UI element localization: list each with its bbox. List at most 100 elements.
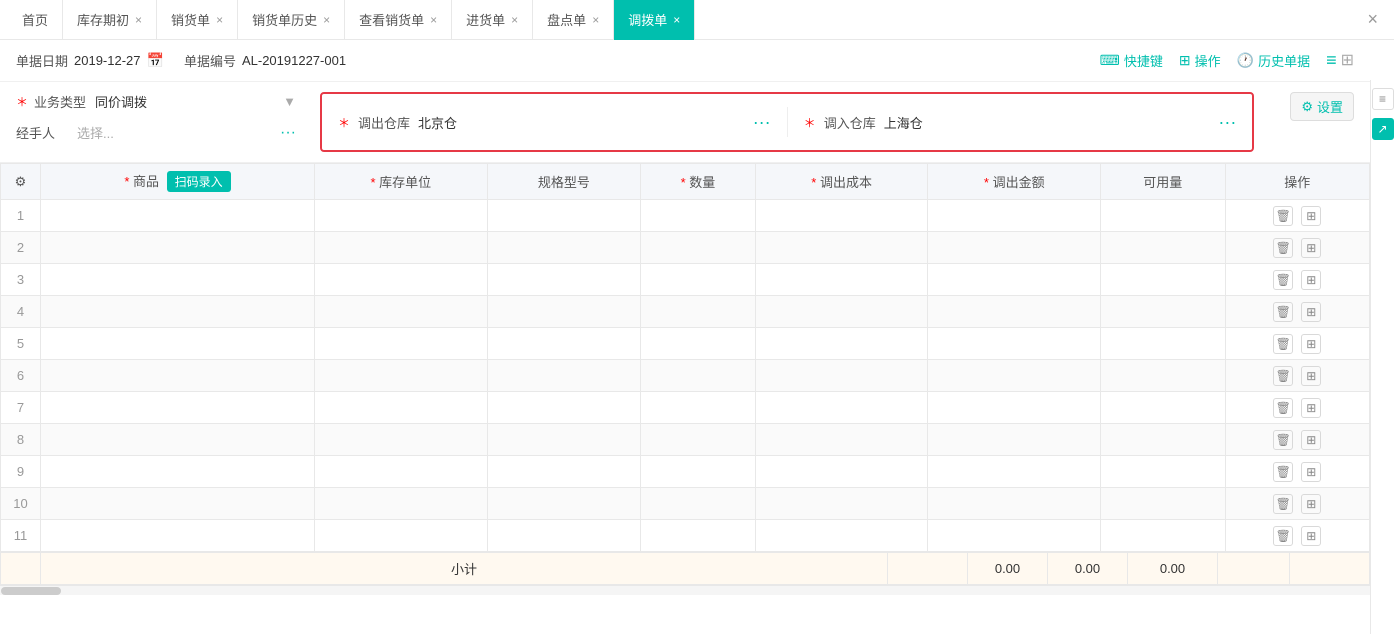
tab-transfer[interactable]: 调拨单 ×: [614, 0, 695, 40]
table-row: 10 🗑 ⊞: [1, 488, 1370, 520]
row-amount: [928, 488, 1101, 520]
row-unit: [315, 264, 488, 296]
handler-more-icon[interactable]: ···: [280, 124, 296, 142]
tab-close-sales-order[interactable]: ×: [216, 13, 223, 27]
scan-btn[interactable]: 扫码录入: [167, 171, 231, 192]
row-spec: [487, 200, 640, 232]
warehouse-in-more-icon[interactable]: ···: [1218, 112, 1236, 133]
doc-num-value: AL-20191227-001: [242, 53, 346, 68]
delete-icon[interactable]: 🗑: [1273, 206, 1293, 226]
tab-purchase-order[interactable]: 进货单 ×: [452, 0, 533, 40]
table-row: 11 🗑 ⊞: [1, 520, 1370, 552]
row-product[interactable]: [41, 264, 315, 296]
row-available: [1101, 392, 1225, 424]
row-product[interactable]: [41, 328, 315, 360]
business-type-dropdown-icon[interactable]: ▼: [283, 94, 296, 109]
col-product: * 商品 扫码录入: [41, 164, 315, 200]
row-available: [1101, 200, 1225, 232]
col-gear: ⚙: [1, 164, 41, 200]
copy-icon[interactable]: ⊞: [1301, 398, 1321, 418]
row-product[interactable]: [41, 360, 315, 392]
horizontal-scrollbar[interactable]: [0, 585, 1370, 595]
copy-icon[interactable]: ⊞: [1301, 206, 1321, 226]
window-close-btn[interactable]: ×: [1367, 9, 1378, 29]
copy-icon[interactable]: ⊞: [1301, 270, 1321, 290]
tab-view-sales[interactable]: 查看销货单 ×: [345, 0, 452, 40]
tab-close-stocktake[interactable]: ×: [592, 13, 599, 27]
history-btn[interactable]: 🕐 历史单据: [1237, 51, 1310, 70]
copy-icon[interactable]: ⊞: [1301, 430, 1321, 450]
scroll-thumb[interactable]: [1, 587, 61, 595]
grid-view-btn[interactable]: ⊞: [1341, 50, 1354, 71]
row-operations: 🗑 ⊞: [1225, 328, 1369, 360]
tab-home[interactable]: 首页: [8, 0, 63, 40]
row-product[interactable]: [41, 456, 315, 488]
copy-icon[interactable]: ⊞: [1301, 462, 1321, 482]
table-row: 9 🗑 ⊞: [1, 456, 1370, 488]
tab-stocktake[interactable]: 盘点单 ×: [533, 0, 614, 40]
copy-icon[interactable]: ⊞: [1301, 302, 1321, 322]
delete-icon[interactable]: 🗑: [1273, 526, 1293, 546]
row-amount: [928, 200, 1101, 232]
gear-icon[interactable]: ⚙: [15, 174, 27, 189]
row-product[interactable]: [41, 424, 315, 456]
row-unit: [315, 392, 488, 424]
handler-value[interactable]: 选择...: [77, 123, 274, 142]
table-row: 3 🗑 ⊞: [1, 264, 1370, 296]
row-product[interactable]: [41, 488, 315, 520]
copy-icon[interactable]: ⊞: [1301, 526, 1321, 546]
warehouse-out-label: 调出仓库: [358, 113, 410, 132]
delete-icon[interactable]: 🗑: [1273, 238, 1293, 258]
warehouse-in-value: 上海仓: [884, 113, 923, 132]
sidebar-export-btn[interactable]: ↗: [1372, 118, 1394, 140]
delete-icon[interactable]: 🗑: [1273, 334, 1293, 354]
row-product[interactable]: [41, 520, 315, 552]
delete-icon[interactable]: 🗑: [1273, 366, 1293, 386]
operations-btn[interactable]: ⊞ 操作: [1179, 51, 1221, 70]
tab-bar: 首页 库存期初 × 销货单 × 销货单历史 × 查看销货单 × 进货单 × 盘点…: [0, 0, 1394, 40]
row-product[interactable]: [41, 232, 315, 264]
delete-icon[interactable]: 🗑: [1273, 430, 1293, 450]
tab-sales-order[interactable]: 销货单 ×: [157, 0, 238, 40]
row-available: [1101, 328, 1225, 360]
settings-btn[interactable]: ⚙ 设置: [1290, 92, 1354, 121]
tab-close-view-sales[interactable]: ×: [430, 13, 437, 27]
list-view-btn[interactable]: ≡: [1326, 50, 1337, 71]
delete-icon[interactable]: 🗑: [1273, 302, 1293, 322]
row-product[interactable]: [41, 392, 315, 424]
row-amount: [928, 296, 1101, 328]
row-spec: [487, 456, 640, 488]
table-row: 4 🗑 ⊞: [1, 296, 1370, 328]
row-unit: [315, 488, 488, 520]
row-amount: [928, 392, 1101, 424]
delete-icon[interactable]: 🗑: [1273, 270, 1293, 290]
tab-sales-history[interactable]: 销货单历史 ×: [238, 0, 345, 40]
row-spec: [487, 424, 640, 456]
copy-icon[interactable]: ⊞: [1301, 366, 1321, 386]
calendar-icon[interactable]: 📅: [147, 52, 164, 69]
tab-inventory-init[interactable]: 库存期初 ×: [63, 0, 157, 40]
tab-close-inventory-init[interactable]: ×: [135, 13, 142, 27]
row-product[interactable]: [41, 296, 315, 328]
row-num: 1: [1, 200, 41, 232]
header-area: 单据日期 2019-12-27 📅 单据编号 AL-20191227-001 ⌨…: [0, 40, 1370, 82]
table-row: 5 🗑 ⊞: [1, 328, 1370, 360]
shortcuts-btn[interactable]: ⌨ 快捷键: [1100, 51, 1163, 70]
row-product[interactable]: [41, 200, 315, 232]
form-section: ＊ 业务类型 同价调拨 ▼ 经手人 选择... ··· ＊ 调出仓库 北京仓 ·…: [0, 82, 1370, 163]
delete-icon[interactable]: 🗑: [1273, 462, 1293, 482]
tab-close-transfer[interactable]: ×: [673, 13, 680, 27]
row-cost: [755, 200, 928, 232]
delete-icon[interactable]: 🗑: [1273, 494, 1293, 514]
copy-icon[interactable]: ⊞: [1301, 494, 1321, 514]
copy-icon[interactable]: ⊞: [1301, 238, 1321, 258]
sidebar-list-btn[interactable]: ≡: [1372, 88, 1394, 110]
row-qty: [640, 296, 755, 328]
tab-close-sales-history[interactable]: ×: [323, 13, 330, 27]
warehouse-out-more-icon[interactable]: ···: [753, 112, 771, 133]
table-row: 1 🗑 ⊞: [1, 200, 1370, 232]
tab-close-purchase-order[interactable]: ×: [511, 13, 518, 27]
copy-icon[interactable]: ⊞: [1301, 334, 1321, 354]
row-spec: [487, 520, 640, 552]
delete-icon[interactable]: 🗑: [1273, 398, 1293, 418]
